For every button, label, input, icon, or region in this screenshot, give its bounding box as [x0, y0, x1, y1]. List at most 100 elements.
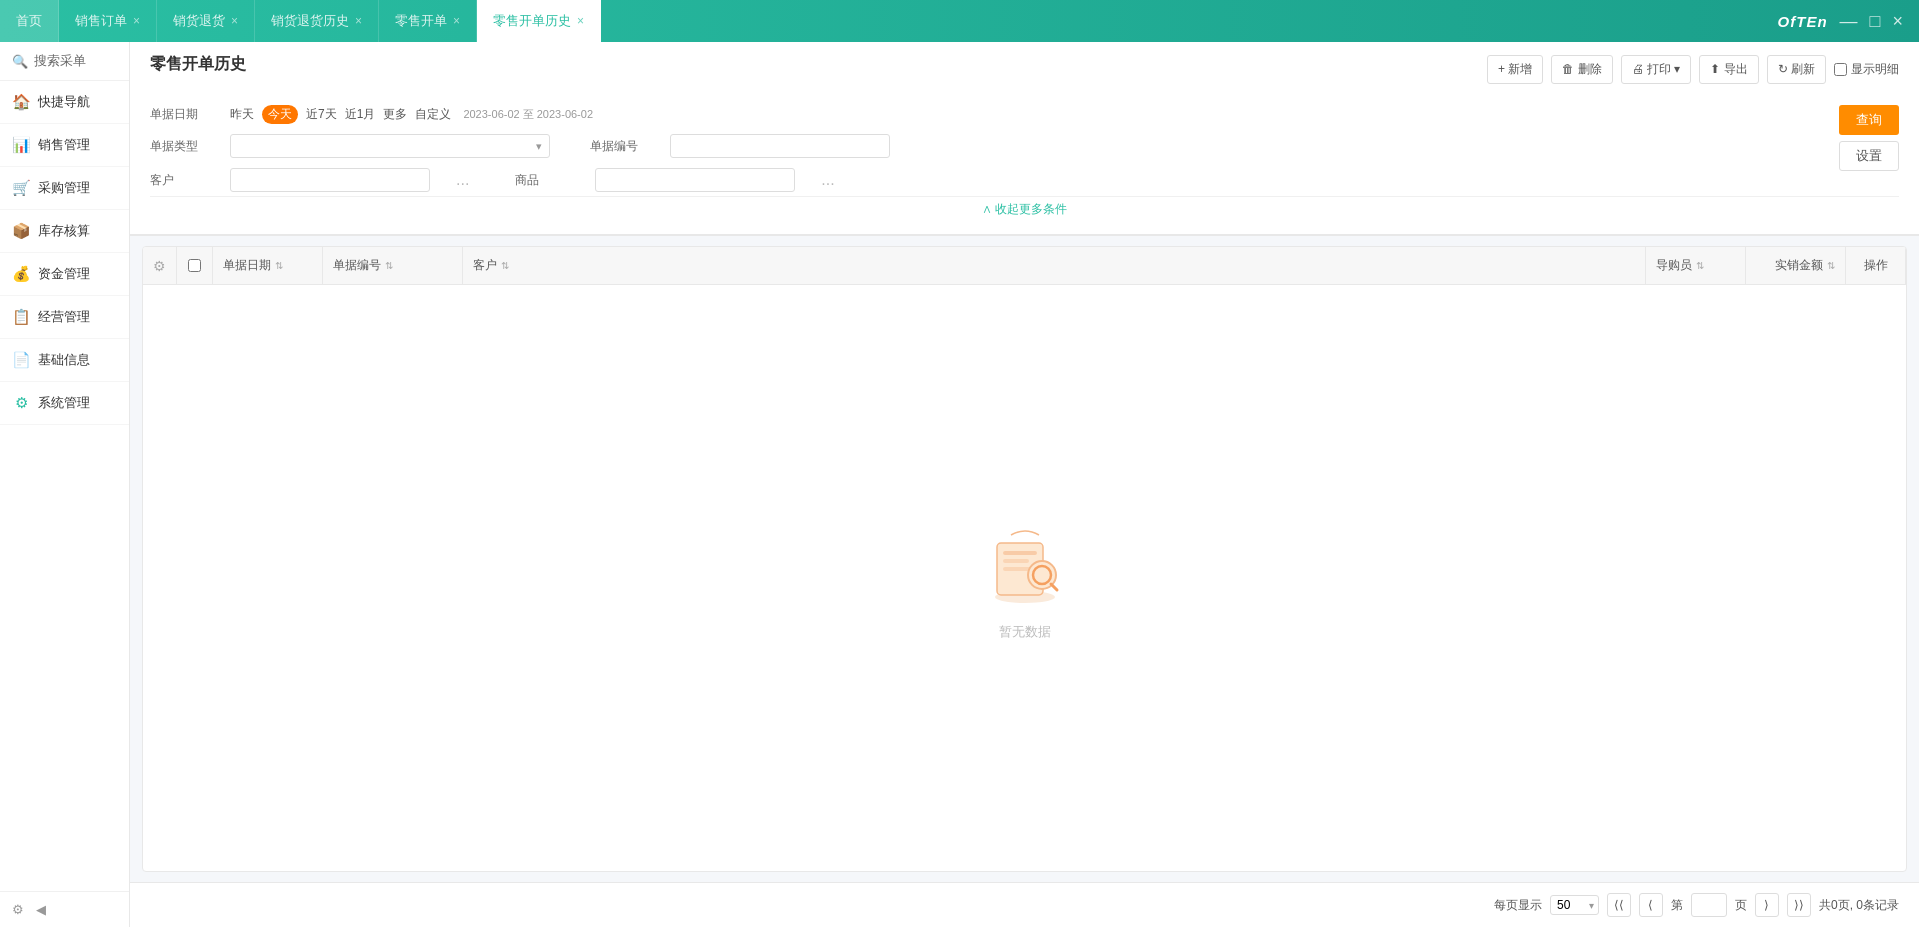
last-page-btn[interactable]: ⟩⟩ — [1787, 893, 1811, 917]
display-detail-label[interactable]: 显示明细 — [1834, 61, 1899, 78]
table-header: ⚙ 单据日期 ⇅ 单据编号 ⇅ 客户 ⇅ 导购员 ⇅ — [143, 247, 1906, 285]
delete-button[interactable]: 🗑 删除 — [1551, 55, 1612, 84]
window-minimize-button[interactable]: □ — [1870, 11, 1881, 32]
first-page-btn[interactable]: ⟨⟨ — [1607, 893, 1631, 917]
query-button[interactable]: 查询 — [1839, 105, 1899, 135]
th-customer-label: 客户 — [473, 257, 497, 274]
select-all-checkbox[interactable] — [188, 259, 201, 272]
customer-input[interactable] — [230, 168, 430, 192]
sidebar-item-label: 基础信息 — [38, 351, 90, 369]
sidebar-icon: 📊 — [12, 136, 30, 154]
collapse-icon[interactable]: ◀ — [36, 902, 46, 917]
sidebar-search-label: 搜索采单 — [34, 52, 86, 70]
window-close-button[interactable]: — — [1840, 11, 1858, 32]
next-page-btn[interactable]: ⟩ — [1755, 893, 1779, 917]
tab-close-销货退货[interactable]: × — [231, 14, 238, 28]
th-checkbox — [177, 247, 213, 284]
sidebar: 🔍 搜索采单 🏠 快捷导航 📊销售管理🛒采购管理📦库存核算💰资金管理📋经营管理📄基础… — [0, 42, 130, 927]
sidebar-item-资金管理[interactable]: 💰资金管理 — [0, 253, 129, 296]
goods-filter-label: 商品 — [515, 172, 575, 189]
date-shortcut-今天[interactable]: 今天 — [262, 105, 298, 124]
date-shortcut-近7天[interactable]: 近7天 — [306, 106, 337, 123]
empty-text: 暂无数据 — [999, 623, 1051, 641]
tab-销货退货历史[interactable]: 销货退货历史 × — [255, 0, 379, 42]
goods-more-icon[interactable]: ... — [815, 171, 840, 189]
sidebar-item-库存核算[interactable]: 📦库存核算 — [0, 210, 129, 253]
sidebar-item-采购管理[interactable]: 🛒采购管理 — [0, 167, 129, 210]
tab-零售开单历史[interactable]: 零售开单历史 × — [477, 0, 601, 42]
tab-首页[interactable]: 首页 — [0, 0, 59, 42]
filter-row-2: 单据类型 单据编号 — [150, 134, 1839, 158]
sidebar-items: 🏠 快捷导航 📊销售管理🛒采购管理📦库存核算💰资金管理📋经营管理📄基础信息⚙系统管理 — [0, 81, 129, 425]
th-date: 单据日期 ⇅ — [213, 247, 323, 284]
prev-page-btn[interactable]: ⟨ — [1639, 893, 1663, 917]
date-shortcut-自定义[interactable]: 自定义 — [415, 106, 451, 123]
th-customer: 客户 ⇅ — [463, 247, 1646, 284]
th-guide-sort[interactable]: ⇅ — [1696, 260, 1704, 271]
customer-more-icon[interactable]: ... — [450, 171, 475, 189]
filter-row-3: 客户 ... 商品 ... — [150, 168, 1839, 192]
th-customer-sort[interactable]: ⇅ — [501, 260, 509, 271]
goods-input[interactable] — [595, 168, 795, 192]
setting-button[interactable]: 设置 — [1839, 141, 1899, 171]
date-shortcut-昨天[interactable]: 昨天 — [230, 106, 254, 123]
sidebar-search[interactable]: 🔍 搜索采单 — [0, 42, 129, 81]
sidebar-item-经营管理[interactable]: 📋经营管理 — [0, 296, 129, 339]
top-bar-actions: OfTEn — □ × — [1762, 11, 1919, 32]
sidebar-item-系统管理[interactable]: ⚙系统管理 — [0, 382, 129, 425]
new-button[interactable]: + 新增 — [1487, 55, 1543, 84]
tab-close-零售开单历史[interactable]: × — [577, 14, 584, 28]
brand-label: OfTEn — [1778, 13, 1828, 30]
tab-list: 首页销售订单 ×销货退货 ×销货退货历史 ×零售开单 ×零售开单历史 × — [0, 0, 1762, 42]
content-area: 零售开单历史 + 新增 🗑 删除 🖨 打印 ▾ ⬆ 导出 ↻ 刷新 显示明细 — [130, 42, 1919, 927]
type-select[interactable] — [230, 134, 550, 158]
date-shortcut-近1月[interactable]: 近1月 — [345, 106, 376, 123]
sidebar-icon: ⚙ — [12, 394, 30, 412]
date-shortcuts: 昨天今天近7天近1月更多自定义2023-06-02 至 2023-06-02 — [230, 105, 593, 124]
sidebar-item-基础信息[interactable]: 📄基础信息 — [0, 339, 129, 382]
svg-rect-2 — [1003, 551, 1037, 555]
collapse-more-btn[interactable]: ∧ 收起更多条件 — [150, 196, 1899, 222]
column-settings-icon[interactable]: ⚙ — [143, 247, 177, 284]
sidebar-item-快捷导航[interactable]: 🏠 快捷导航 — [0, 81, 129, 124]
sidebar-item-销售管理[interactable]: 📊销售管理 — [0, 124, 129, 167]
per-page-select[interactable]: 102050100 — [1550, 895, 1599, 915]
export-button[interactable]: ⬆ 导出 — [1699, 55, 1758, 84]
th-num-label: 单据编号 — [333, 257, 381, 274]
empty-icon — [975, 515, 1075, 615]
type-filter-label: 单据类型 — [150, 138, 210, 155]
window-maximize-button[interactable]: × — [1892, 11, 1903, 32]
refresh-button[interactable]: ↻ 刷新 — [1767, 55, 1826, 84]
th-date-sort[interactable]: ⇅ — [275, 260, 283, 271]
page-suffix: 页 — [1735, 897, 1747, 914]
settings-icon[interactable]: ⚙ — [12, 902, 24, 917]
sidebar-item-label: 快捷导航 — [38, 93, 90, 111]
print-button[interactable]: 🖨 打印 ▾ — [1621, 55, 1692, 84]
tab-销货退货[interactable]: 销货退货 × — [157, 0, 255, 42]
sidebar-icon: 🏠 — [12, 93, 30, 111]
pagination: 每页显示 102050100 ▾ ⟨⟨ ⟨ 第 1 页 ⟩ ⟩⟩ 共0页, 0条… — [130, 882, 1919, 927]
tab-close-零售开单[interactable]: × — [453, 14, 460, 28]
th-op-label: 操作 — [1864, 257, 1888, 274]
type-select-wrap — [230, 134, 550, 158]
svg-line-7 — [1051, 584, 1057, 590]
tab-close-销售订单[interactable]: × — [133, 14, 140, 28]
num-input[interactable] — [670, 134, 890, 158]
sidebar-item-label: 经营管理 — [38, 308, 90, 326]
page-input[interactable]: 1 — [1691, 893, 1727, 917]
display-detail-checkbox[interactable] — [1834, 63, 1847, 76]
sidebar-icon: 📦 — [12, 222, 30, 240]
th-op: 操作 — [1846, 247, 1906, 284]
date-shortcut-更多[interactable]: 更多 — [383, 106, 407, 123]
th-amount-label: 实销金额 — [1775, 257, 1823, 274]
tab-销售订单[interactable]: 销售订单 × — [59, 0, 157, 42]
sidebar-item-label: 资金管理 — [38, 265, 90, 283]
th-num-sort[interactable]: ⇅ — [385, 260, 393, 271]
tab-零售开单[interactable]: 零售开单 × — [379, 0, 477, 42]
th-guide-label: 导购员 — [1656, 257, 1692, 274]
tab-close-销货退货历史[interactable]: × — [355, 14, 362, 28]
svg-rect-3 — [1003, 559, 1029, 563]
th-amount-sort[interactable]: ⇅ — [1827, 260, 1835, 271]
page-title: 零售开单历史 — [150, 54, 246, 85]
th-date-label: 单据日期 — [223, 257, 271, 274]
